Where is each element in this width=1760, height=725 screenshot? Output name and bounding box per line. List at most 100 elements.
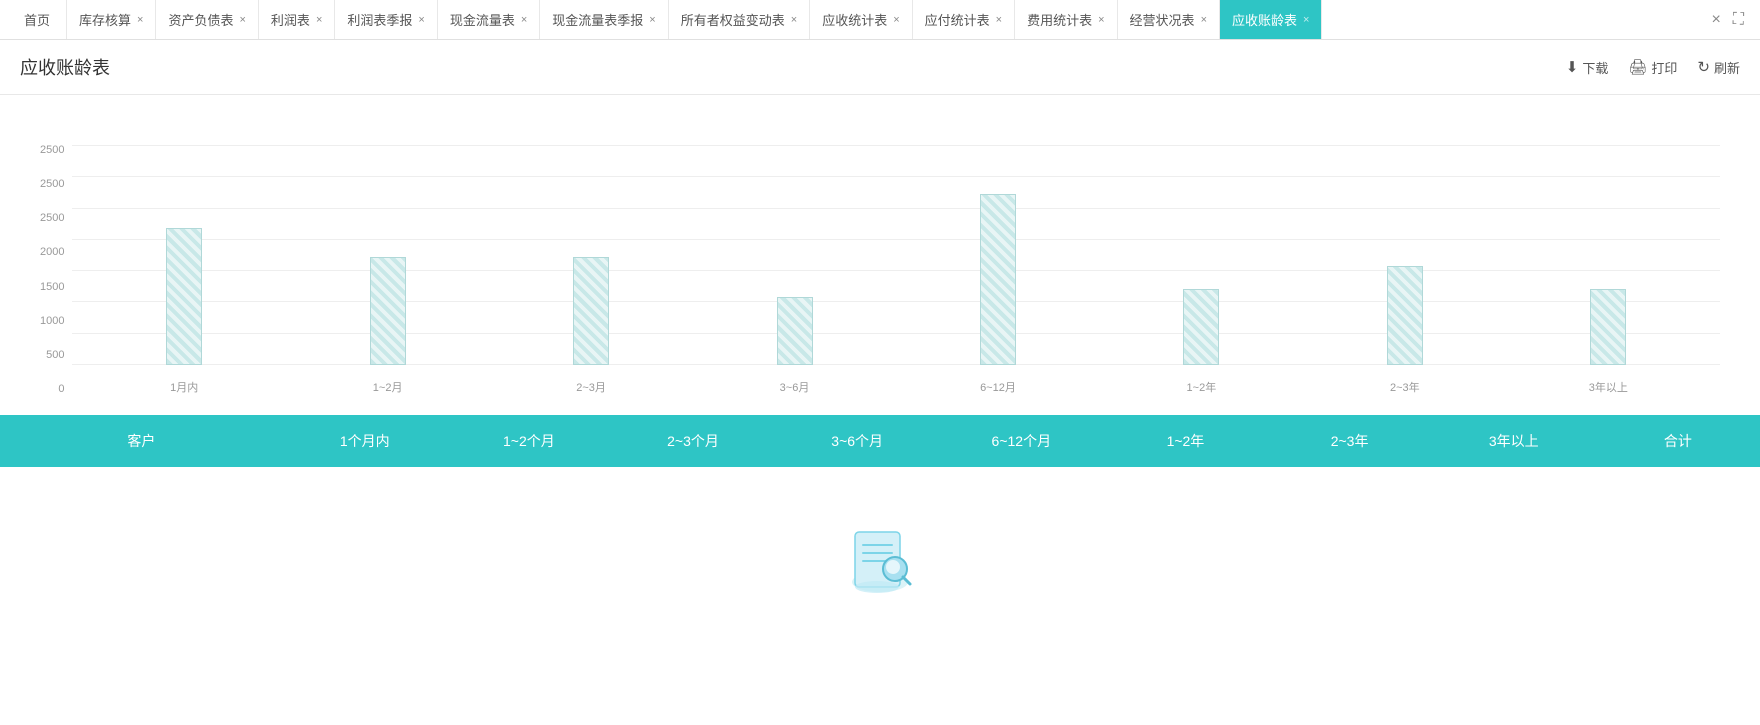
tab-close-icon[interactable]: × [791, 14, 797, 26]
tab-label: 经营状况表 [1130, 10, 1195, 29]
tab-home-label: 首页 [24, 10, 50, 29]
print-button[interactable]: 🖨 打印 [1628, 58, 1677, 77]
download-label: 下载 [1582, 58, 1608, 77]
tab-label: 现金流量表季报 [552, 10, 643, 29]
tab-label: 费用统计表 [1027, 10, 1092, 29]
tab-close-icon[interactable]: × [1098, 14, 1104, 26]
x-axis-label: 3年以上 [1507, 379, 1710, 395]
tab-profit-quarterly[interactable]: 利润表季报 × [335, 0, 437, 40]
bar-group [1507, 289, 1710, 365]
bar-group [896, 194, 1099, 365]
tab-label: 应付统计表 [925, 10, 990, 29]
tab-operations[interactable]: 经营状况表 × [1118, 0, 1220, 40]
table-header-cell: 2~3年 [1268, 431, 1432, 451]
tab-label: 现金流量表 [450, 10, 515, 29]
tab-close-icon[interactable]: × [649, 14, 655, 26]
tab-balance-sheet[interactable]: 资产负债表 × [156, 0, 258, 40]
y-axis-label: 2500 [40, 213, 64, 224]
bar[interactable] [1387, 266, 1423, 365]
table-header-cell: 1~2年 [1103, 431, 1267, 451]
bar-group [489, 257, 692, 365]
tab-close-icon[interactable]: × [316, 14, 322, 26]
bar[interactable] [370, 257, 406, 365]
tab-label: 利润表 [271, 10, 310, 29]
x-axis-label: 1~2月 [286, 379, 489, 395]
tab-close-icon[interactable]: × [239, 14, 245, 26]
refresh-icon: ↻ [1697, 58, 1710, 76]
table-header-cell: 1个月内 [283, 431, 447, 451]
page-header: 应收账龄表 ⬇ 下载 🖨 打印 ↻ 刷新 [0, 40, 1760, 95]
tab-ar-stats[interactable]: 应收统计表 × [810, 0, 912, 40]
bar-group [1303, 266, 1506, 365]
tab-ap-stats[interactable]: 应付统计表 × [913, 0, 1015, 40]
tab-close-icon[interactable]: × [521, 14, 527, 26]
tab-cashflow[interactable]: 现金流量表 × [438, 0, 540, 40]
y-axis-label: 500 [40, 350, 64, 361]
table-header-cell: 客户 [0, 431, 283, 451]
bar-group [286, 257, 489, 365]
y-axis: 2500250025002000150010005000 [40, 145, 64, 395]
tab-expense-stats[interactable]: 费用统计表 × [1015, 0, 1117, 40]
bar[interactable] [1183, 289, 1219, 365]
bar[interactable] [980, 194, 1016, 365]
tab-label: 应收统计表 [822, 10, 887, 29]
refresh-label: 刷新 [1714, 58, 1740, 77]
table-header: 客户1个月内1~2个月2~3个月3~6个月6~12个月1~2年2~3年3年以上合… [0, 415, 1760, 467]
y-axis-label: 1500 [40, 282, 64, 293]
tab-label: 应收账龄表 [1232, 10, 1297, 29]
table-header-cell: 合计 [1596, 431, 1760, 451]
y-axis-label: 0 [40, 384, 64, 395]
refresh-button[interactable]: ↻ 刷新 [1697, 58, 1740, 77]
header-actions: ⬇ 下载 🖨 打印 ↻ 刷新 [1566, 58, 1740, 77]
tab-label: 利润表季报 [347, 10, 412, 29]
chart-container: 2500250025002000150010005000 1月内1~2月2~3月… [0, 95, 1760, 415]
x-axis-label: 2~3年 [1303, 379, 1506, 395]
tab-close-icon[interactable]: × [418, 14, 424, 26]
table-header-cell: 3年以上 [1432, 431, 1596, 451]
table-header-cell: 3~6个月 [775, 431, 939, 451]
table-header-cell: 2~3个月 [611, 431, 775, 451]
tab-label: 库存核算 [79, 10, 131, 29]
bar-group [1100, 289, 1303, 365]
bar[interactable] [777, 297, 813, 365]
tab-close-icon[interactable]: × [137, 14, 143, 26]
chart-area: 1月内1~2月2~3月3~6月6~12月1~2年2~3年3年以上 [72, 145, 1720, 395]
y-axis-label: 1000 [40, 316, 64, 327]
x-axis-label: 3~6月 [693, 379, 896, 395]
y-axis-label: 2500 [40, 179, 64, 190]
tab-close-icon[interactable]: × [893, 14, 899, 26]
tab-close-icon[interactable]: × [1303, 14, 1309, 26]
bar[interactable] [573, 257, 609, 365]
x-axis-label: 1~2年 [1100, 379, 1303, 395]
tab-profit[interactable]: 利润表 × [259, 0, 335, 40]
tab-close-icon[interactable]: × [1201, 14, 1207, 26]
bar[interactable] [1590, 289, 1626, 365]
tab-cashflow-quarterly[interactable]: 现金流量表季报 × [540, 0, 668, 40]
empty-icon [830, 507, 930, 607]
print-label: 打印 [1651, 58, 1677, 77]
download-icon: ⬇ [1566, 58, 1579, 76]
chart-wrapper: 2500250025002000150010005000 1月内1~2月2~3月… [40, 115, 1720, 395]
table-header-cell: 1~2个月 [447, 431, 611, 451]
close-icon[interactable]: × [1711, 11, 1720, 29]
y-axis-label: 2000 [40, 247, 64, 258]
maximize-icon[interactable]: ⛶ [1733, 11, 1744, 29]
empty-state [0, 467, 1760, 627]
tab-equity[interactable]: 所有者权益变动表 × [669, 0, 810, 40]
tab-home[interactable]: 首页 [8, 0, 67, 40]
print-icon: 🖨 [1628, 58, 1647, 76]
x-axis-label: 1月内 [82, 379, 285, 395]
page-title: 应收账龄表 [20, 54, 110, 80]
main-content: 2500250025002000150010005000 1月内1~2月2~3月… [0, 95, 1760, 725]
download-button[interactable]: ⬇ 下载 [1566, 58, 1609, 77]
tab-label: 所有者权益变动表 [681, 10, 785, 29]
bars-area [72, 145, 1720, 365]
tab-ar-aging[interactable]: 应收账龄表 × [1220, 0, 1322, 40]
tab-inventory[interactable]: 库存核算 × [67, 0, 156, 40]
tab-close-icon[interactable]: × [996, 14, 1002, 26]
bar-group [693, 297, 896, 365]
tab-label: 资产负债表 [168, 10, 233, 29]
x-axis-label: 6~12月 [896, 379, 1099, 395]
table-header-cell: 6~12个月 [939, 431, 1103, 451]
bar[interactable] [166, 228, 202, 365]
